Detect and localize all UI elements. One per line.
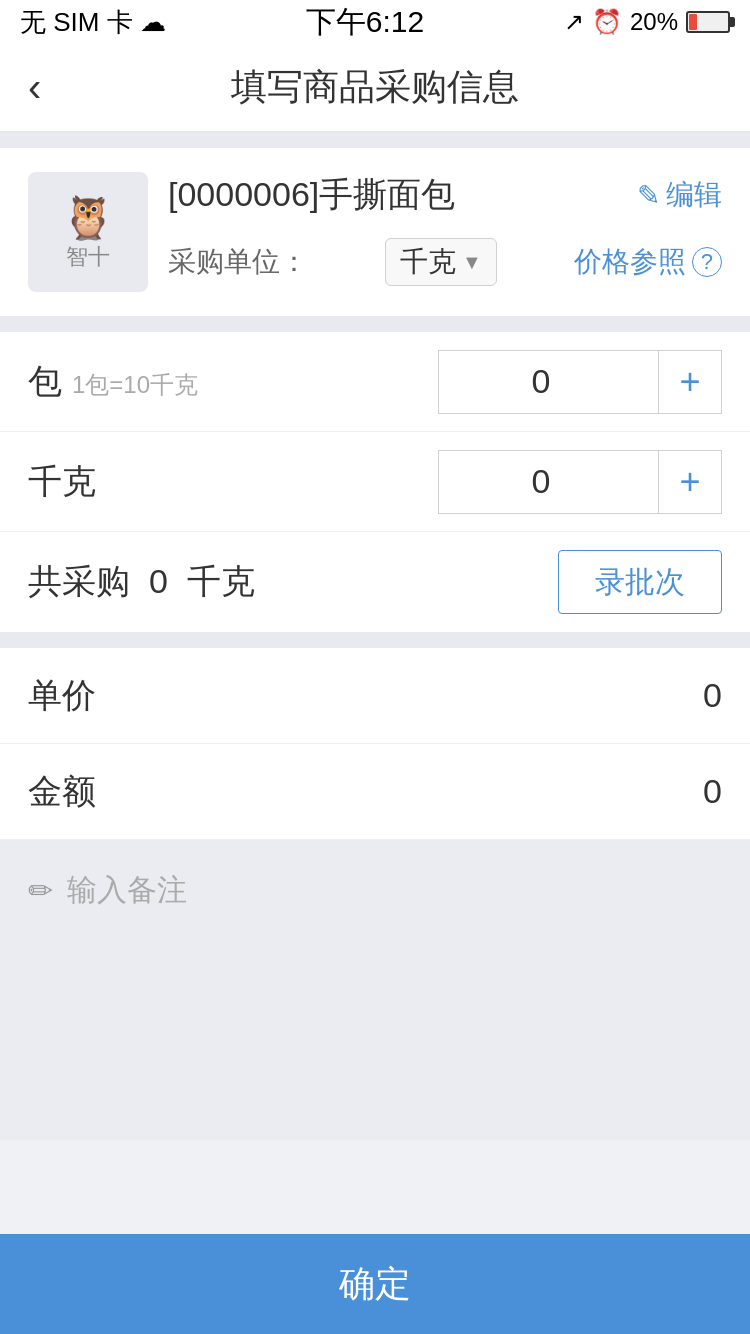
remark-icon: ✏ bbox=[28, 873, 53, 908]
amount-row: 金额 0 bbox=[0, 744, 750, 840]
bao-sublabel: 1包=10千克 bbox=[72, 369, 198, 401]
summary-row: 共采购 0 千克 录批次 bbox=[0, 532, 750, 632]
unit-price-row: 单价 0 bbox=[0, 648, 750, 744]
logo-label: 智十 bbox=[66, 242, 110, 272]
battery-icon bbox=[686, 11, 730, 33]
status-right: ↗ ⏰ 20% bbox=[564, 8, 730, 36]
bao-input[interactable] bbox=[438, 350, 658, 414]
edit-label: 编辑 bbox=[666, 176, 722, 214]
pricing-section: 单价 0 金额 0 bbox=[0, 648, 750, 840]
price-ref-button[interactable]: 价格参照 ? bbox=[574, 243, 722, 281]
product-name: [0000006]手撕面包 bbox=[168, 172, 455, 218]
quantities-section: 包 1包=10千克 + 千克 + bbox=[0, 332, 750, 532]
confirm-button[interactable]: 确定 bbox=[0, 1234, 750, 1334]
kg-row: 千克 + bbox=[0, 432, 750, 532]
status-bar: 无 SIM 卡 ☁ 下午6:12 ↗ ⏰ 20% bbox=[0, 0, 750, 44]
bao-plus-button[interactable]: + bbox=[658, 350, 722, 414]
unit-label: 采购单位： bbox=[168, 243, 308, 281]
summary-amount: 0 bbox=[149, 562, 168, 600]
location-icon: ↗ bbox=[564, 8, 584, 36]
unit-price-value: 0 bbox=[703, 676, 722, 715]
amount-value: 0 bbox=[703, 772, 722, 811]
kg-input[interactable] bbox=[438, 450, 658, 514]
unit-arrow-icon: ▼ bbox=[462, 251, 482, 274]
edit-icon: ✎ bbox=[637, 179, 660, 212]
status-left: 无 SIM 卡 ☁ bbox=[20, 5, 166, 40]
amount-label: 金额 bbox=[28, 769, 96, 815]
price-ref-help-icon: ? bbox=[692, 247, 722, 277]
kg-input-group: + bbox=[438, 450, 722, 514]
unit-select[interactable]: 千克 ▼ bbox=[385, 238, 497, 286]
kg-label-group: 千克 bbox=[28, 459, 96, 505]
kg-label: 千克 bbox=[28, 459, 96, 505]
product-card: 🦉 智十 [0000006]手撕面包 ✎ 编辑 采购单位： 千克 ▼ 价格参照 … bbox=[0, 148, 750, 316]
bao-label: 包 bbox=[28, 359, 62, 405]
page-title: 填写商品采购信息 bbox=[231, 63, 519, 112]
batch-button[interactable]: 录批次 bbox=[558, 550, 722, 614]
nav-bar: ‹ 填写商品采购信息 bbox=[0, 44, 750, 132]
price-ref-label: 价格参照 bbox=[574, 243, 686, 281]
bao-label-group: 包 1包=10千克 bbox=[28, 359, 198, 405]
product-name-row: [0000006]手撕面包 ✎ 编辑 bbox=[168, 172, 722, 218]
summary-prefix: 共采购 bbox=[28, 562, 130, 600]
battery-percent: 20% bbox=[630, 8, 678, 36]
product-info: [0000006]手撕面包 ✎ 编辑 采购单位： 千克 ▼ 价格参照 ? bbox=[168, 172, 722, 286]
unit-price-label: 单价 bbox=[28, 673, 96, 719]
product-logo: 🦉 bbox=[62, 193, 114, 242]
remark-section: ✏ 输入备注 bbox=[0, 840, 750, 1140]
remark-placeholder: 输入备注 bbox=[67, 870, 187, 911]
confirm-label: 确定 bbox=[339, 1260, 411, 1309]
edit-button[interactable]: ✎ 编辑 bbox=[637, 176, 722, 214]
divider-lower bbox=[0, 632, 750, 648]
divider-mid bbox=[0, 316, 750, 332]
back-button[interactable]: ‹ bbox=[28, 65, 41, 110]
sim-status: 无 SIM 卡 ☁ bbox=[20, 5, 166, 40]
bao-row: 包 1包=10千克 + bbox=[0, 332, 750, 432]
bao-input-group: + bbox=[438, 350, 722, 414]
summary-unit: 千克 bbox=[187, 562, 255, 600]
status-time: 下午6:12 bbox=[306, 2, 424, 43]
divider-top bbox=[0, 132, 750, 148]
remark-input-row[interactable]: ✏ 输入备注 bbox=[28, 870, 722, 911]
alarm-icon: ⏰ bbox=[592, 8, 622, 36]
product-image: 🦉 智十 bbox=[28, 172, 148, 292]
unit-value: 千克 bbox=[400, 243, 456, 281]
kg-plus-button[interactable]: + bbox=[658, 450, 722, 514]
unit-row: 采购单位： 千克 ▼ 价格参照 ? bbox=[168, 238, 722, 286]
summary-text: 共采购 0 千克 bbox=[28, 559, 255, 605]
